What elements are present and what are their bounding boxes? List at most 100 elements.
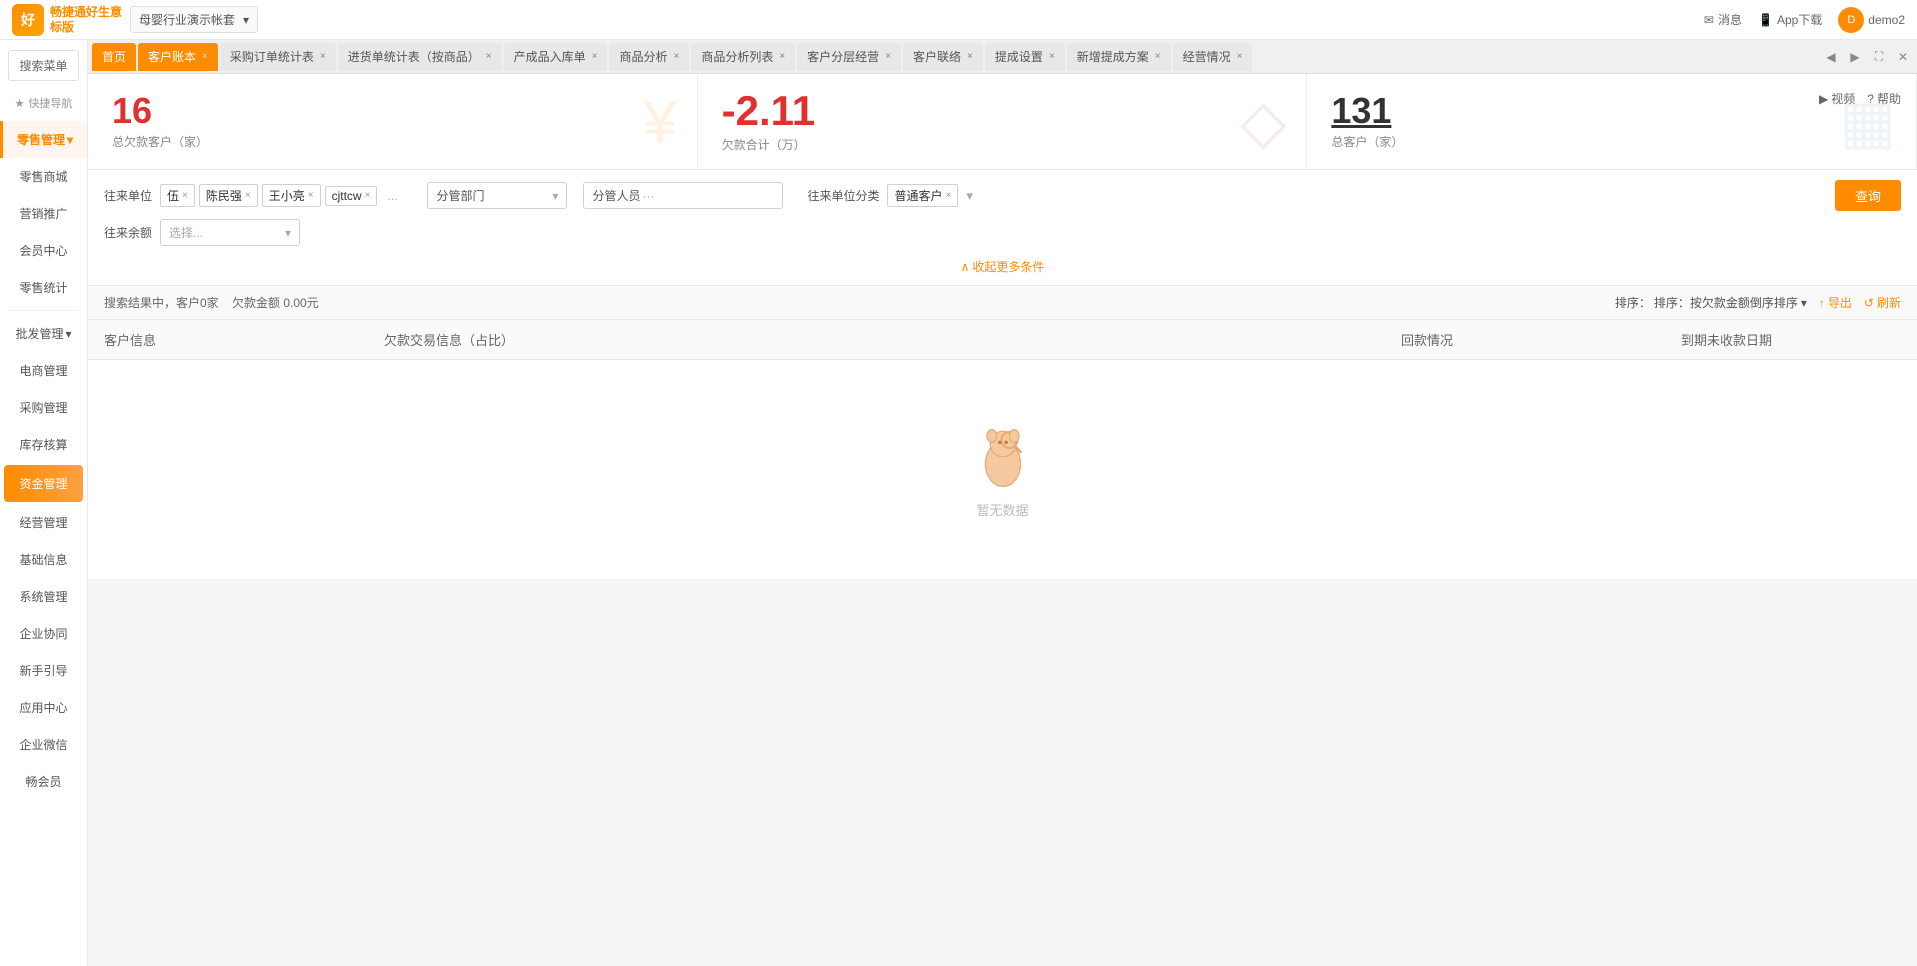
sidebar-item-sys-mgmt[interactable]: 系统管理 <box>0 578 87 615</box>
tab-close-icon[interactable]: × <box>967 51 973 62</box>
tab-close-icon[interactable]: × <box>1237 51 1243 62</box>
tab-close-icon[interactable]: × <box>486 51 492 62</box>
main-layout: 搜索菜单 ★ 快捷导航 零售管理 ▾ 零售商城 营销推广 会员中心 <box>0 40 1917 966</box>
tab-home[interactable]: 首页 <box>92 43 136 71</box>
stat-label-total-customers: 总客户（家） <box>1331 133 1892 150</box>
tab-label: 商品分析 <box>619 48 667 65</box>
logo-icon: 好 <box>12 4 44 36</box>
tab-product-list[interactable]: 商品分析列表 × <box>691 43 795 71</box>
result-summary: 搜索结果中，客户0家 欠款金额 0.00元 <box>104 294 319 311</box>
sidebar-item-retail-stats[interactable]: 零售统计 <box>0 269 87 306</box>
sidebar-item-finance[interactable]: 资金管理 <box>4 465 83 502</box>
tab-close-icon[interactable]: × <box>320 51 326 62</box>
tab-prev-btn[interactable]: ◀ <box>1821 47 1841 67</box>
tab-next-btn[interactable]: ▶ <box>1845 47 1865 67</box>
sidebar-item-label: 新手引导 <box>19 664 67 678</box>
chevron-down-icon: ▾ <box>966 188 973 204</box>
sidebar-item-marketing[interactable]: 营销推广 <box>0 195 87 232</box>
filter-person-select[interactable]: 分管人员 ··· <box>583 182 783 209</box>
tab-stock-stats[interactable]: 进货单统计表（按商品） × <box>338 43 502 71</box>
tag-close-wang[interactable]: × <box>308 190 314 201</box>
sidebar-item-basic-info[interactable]: 基础信息 <box>0 541 87 578</box>
stat-card-debt-amount: ◇ -2.11 欠款合计（万） <box>698 74 1308 169</box>
export-icon: ↑ <box>1819 296 1825 310</box>
tab-maximize-btn[interactable]: ⛶ <box>1869 47 1889 67</box>
tab-close-icon[interactable]: × <box>779 51 785 62</box>
tag-close-normal-customer[interactable]: × <box>945 190 951 201</box>
sidebar-item-label: 经营管理 <box>19 516 67 530</box>
tab-close-icon[interactable]: × <box>1049 51 1055 62</box>
sidebar-item-label: 会员中心 <box>19 244 67 258</box>
filter-unit-label: 往来单位 <box>104 187 152 204</box>
stat-card-debt-customers: ¥ 16 总欠款客户（家） <box>88 74 698 169</box>
chevron-icon: ▾ <box>67 133 73 147</box>
tag-close-cjttcw[interactable]: × <box>365 190 371 201</box>
tab-biz-situation[interactable]: 经营情况 × <box>1173 43 1253 71</box>
video-btn[interactable]: ▶ 视频 <box>1819 90 1855 107</box>
sidebar-item-label: 营销推广 <box>19 207 67 221</box>
tab-customer-mgmt[interactable]: 客户分层经营 × <box>797 43 901 71</box>
help-btn[interactable]: ? 帮助 <box>1867 90 1901 107</box>
app-download-btn[interactable]: 📱 App下载 <box>1758 11 1822 28</box>
collapse-btn[interactable]: ∧ 收起更多条件 <box>961 258 1045 275</box>
tab-promo-settings[interactable]: 提成设置 × <box>985 43 1065 71</box>
tab-close-icon[interactable]: × <box>202 51 208 62</box>
tab-customer-account[interactable]: 客户账本 × <box>138 43 218 71</box>
tag-close-wu[interactable]: × <box>182 190 188 201</box>
message-btn[interactable]: ✉ 消息 <box>1704 11 1742 28</box>
chevron-down-icon: ▾ <box>243 13 249 27</box>
user-area[interactable]: D demo2 <box>1838 7 1905 33</box>
tab-purchase-order[interactable]: 采购订单统计表 × <box>220 43 336 71</box>
filter-balance-select[interactable]: 选择... ▾ <box>160 219 300 246</box>
sidebar-item-label: 零售管理 <box>17 131 65 148</box>
sidebar-item-corp-coop[interactable]: 企业协同 <box>0 615 87 652</box>
tab-customer-contact[interactable]: 客户联络 × <box>903 43 983 71</box>
sidebar-item-ops[interactable]: 经营管理 <box>0 504 87 541</box>
chevron-down-icon: ▾ <box>1801 296 1807 310</box>
tab-label: 客户分层经营 <box>807 48 879 65</box>
sidebar-item-label: 畅会员 <box>25 775 61 789</box>
header-right: ✉ 消息 📱 App下载 D demo2 <box>1704 7 1905 33</box>
filter-balance-label: 往来余额 <box>104 224 152 241</box>
data-table: 客户信息 欠款交易信息（占比） 回款情况 到期未收款日期 <box>88 320 1917 579</box>
stat-number-debt-customers: 16 <box>112 93 673 129</box>
tab-new-promo[interactable]: 新增提成方案 × <box>1067 43 1171 71</box>
tab-close-icon[interactable]: × <box>592 51 598 62</box>
sidebar-item-vip-member[interactable]: 畅会员 <box>0 763 87 800</box>
query-btn[interactable]: 查询 <box>1835 180 1901 211</box>
sidebar-item-ecommerce[interactable]: 电商管理 <box>0 352 87 389</box>
sidebar-item-app-center[interactable]: 应用中心 <box>0 689 87 726</box>
export-btn[interactable]: ↑ 导出 <box>1819 294 1852 311</box>
tab-close-all-btn[interactable]: ✕ <box>1893 47 1913 67</box>
table-col-payment: 回款情况 <box>1401 330 1681 349</box>
tab-product-analysis[interactable]: 商品分析 × <box>609 43 689 71</box>
filter-unit-more[interactable]: ... <box>381 187 403 205</box>
sort-select[interactable]: 排序： 排序：按欠款金额倒序排序 ▾ <box>1615 294 1807 311</box>
filter-dept-select[interactable]: 分管部门 ▾ <box>427 182 567 209</box>
sidebar-item-purchase[interactable]: 采购管理 <box>0 389 87 426</box>
tab-label: 提成设置 <box>995 48 1043 65</box>
table-col-customer-info: 客户信息 <box>104 330 384 349</box>
search-menu-btn[interactable]: 搜索菜单 <box>8 50 79 81</box>
org-selector[interactable]: 母婴行业演示帐套 ▾ <box>130 6 258 33</box>
tab-close-icon[interactable]: × <box>885 51 891 62</box>
sidebar-item-label: 基础信息 <box>19 553 67 567</box>
tag-close-chen[interactable]: × <box>245 190 251 201</box>
result-bar-right: 排序： 排序：按欠款金额倒序排序 ▾ ↑ 导出 ↺ 刷新 <box>1615 294 1901 311</box>
sidebar-item-wholesale[interactable]: 批发管理 ▾ <box>0 315 87 352</box>
sidebar-item-member[interactable]: 会员中心 <box>0 232 87 269</box>
download-icon: 📱 <box>1758 13 1773 27</box>
refresh-btn[interactable]: ↺ 刷新 <box>1864 294 1901 311</box>
sidebar-item-new-guide[interactable]: 新手引导 <box>0 652 87 689</box>
chevron-down-icon: ▾ <box>285 226 291 240</box>
sidebar: 搜索菜单 ★ 快捷导航 零售管理 ▾ 零售商城 营销推广 会员中心 <box>0 40 88 966</box>
sidebar-item-retail[interactable]: 零售管理 ▾ <box>0 121 87 158</box>
sidebar-item-corp-wx[interactable]: 企业微信 <box>0 726 87 763</box>
tab-close-icon[interactable]: × <box>673 51 679 62</box>
tab-product-in[interactable]: 产成品入库单 × <box>504 43 608 71</box>
result-bar: 搜索结果中，客户0家 欠款金额 0.00元 排序： 排序：按欠款金额倒序排序 ▾… <box>88 286 1917 320</box>
sidebar-item-inventory[interactable]: 库存核算 <box>0 426 87 463</box>
tab-close-icon[interactable]: × <box>1155 51 1161 62</box>
sidebar-item-retail-shop[interactable]: 零售商城 <box>0 158 87 195</box>
quick-nav-btn[interactable]: ★ 快捷导航 <box>0 89 87 117</box>
